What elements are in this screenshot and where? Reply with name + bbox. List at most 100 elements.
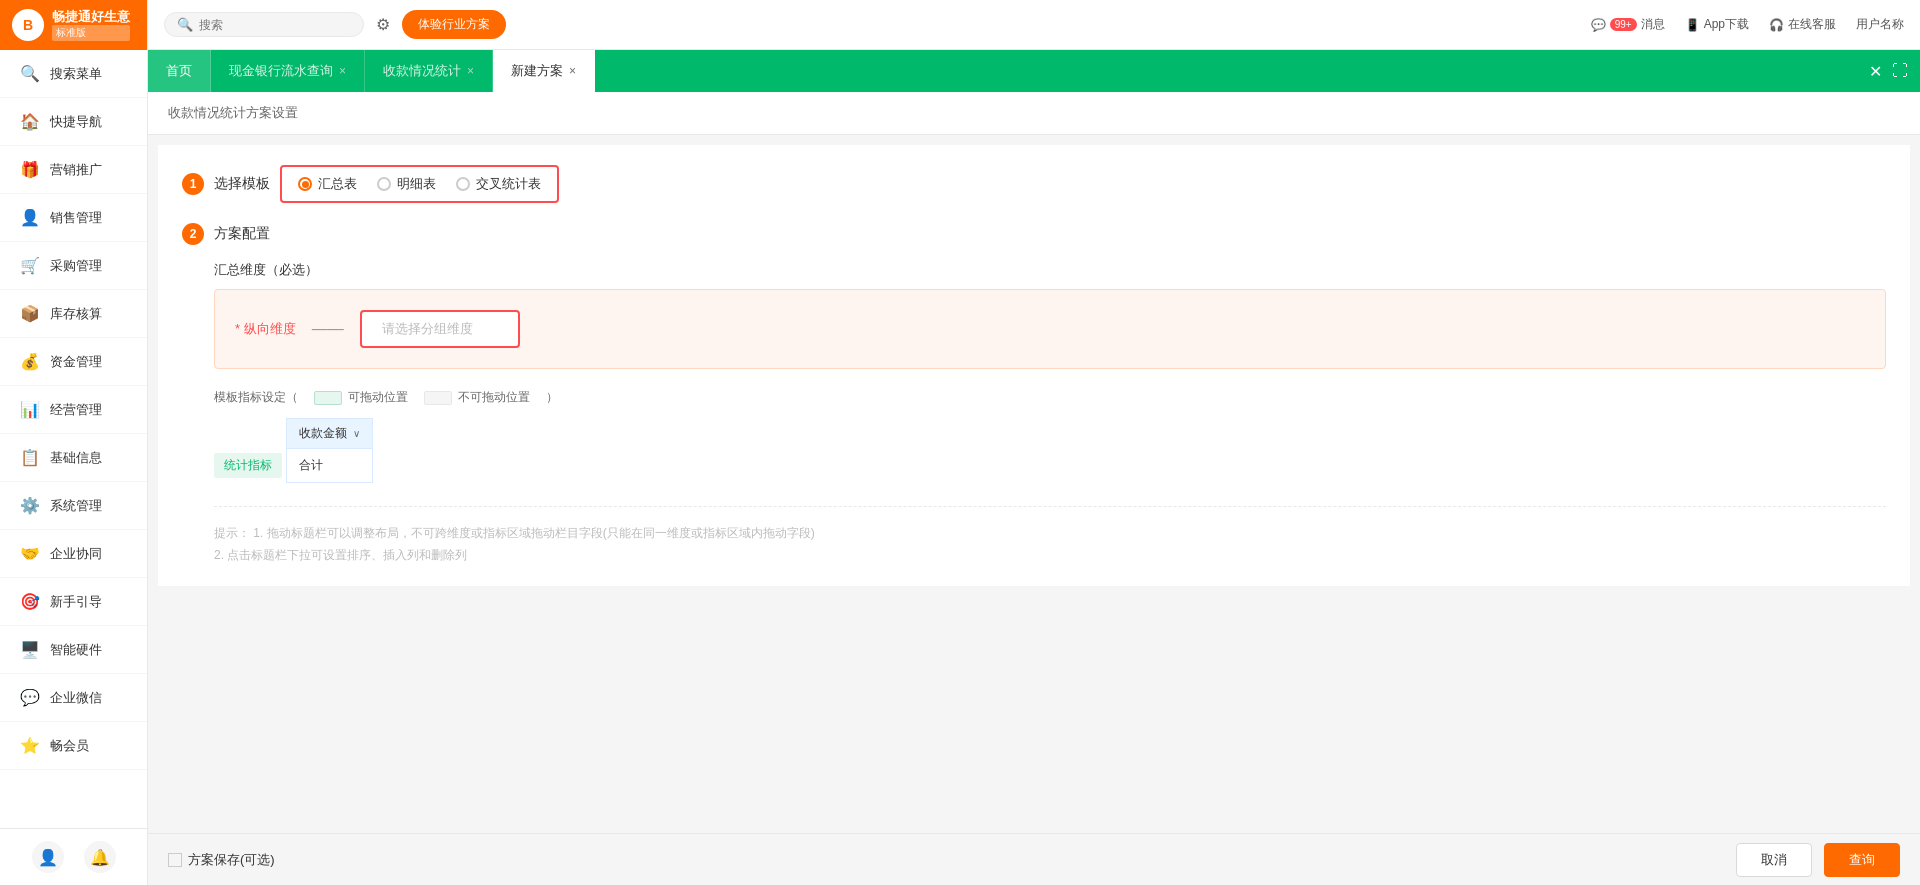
sidebar-logo: B 畅捷通好生意 标准版 (0, 0, 147, 50)
sidebar-item-purchase[interactable]: 🛒 采购管理 (0, 242, 147, 290)
sidebar-item-label: 新手引导 (50, 593, 102, 611)
query-button[interactable]: 查询 (1824, 843, 1900, 877)
search-input[interactable] (199, 18, 339, 32)
tab-close-icon[interactable]: × (339, 64, 346, 78)
sidebar: B 畅捷通好生意 标准版 🔍 搜索菜单 🏠 快捷导航 🎁 营销推广 👤 销售管理… (0, 0, 148, 885)
dimension-area: * 纵向维度 —— 请选择分组维度 (214, 289, 1886, 369)
sidebar-item-label: 采购管理 (50, 257, 102, 275)
header-right: 💬 99+ 消息 📱 App下载 🎧 在线客服 用户名称 (1591, 16, 1904, 33)
sidebar-item-label: 基础信息 (50, 449, 102, 467)
metrics-column-label: 收款金额 (299, 425, 347, 442)
sidebar-item-member[interactable]: ⭐ 畅会员 (0, 722, 147, 770)
metrics-total-label: 合计 (299, 458, 323, 472)
user-info[interactable]: 用户名称 (1856, 16, 1904, 33)
maximize-icon[interactable]: ⛶ (1892, 62, 1908, 80)
tip-label: 提示： (214, 526, 250, 540)
message-action[interactable]: 💬 99+ 消息 (1591, 16, 1665, 33)
wechat-icon: 💬 (20, 688, 40, 707)
dimension-row: * 纵向维度 —— 请选择分组维度 (235, 310, 520, 348)
inventory-icon: 📦 (20, 304, 40, 323)
system-icon: ⚙️ (20, 496, 40, 515)
tab-new-plan[interactable]: 新建方案 × (493, 50, 595, 92)
hardware-icon: 🖥️ (20, 640, 40, 659)
sidebar-avatar-2[interactable]: 🔔 (84, 841, 116, 873)
tab-bar: 首页 现金银行流水查询 × 收款情况统计 × 新建方案 × ✕ ⛶ (148, 50, 1920, 92)
sidebar-item-finance[interactable]: 💰 资金管理 (0, 338, 147, 386)
service-icon: 🎧 (1769, 18, 1784, 32)
radio-summary[interactable]: 汇总表 (298, 175, 357, 193)
metrics-legend-close: ） (546, 389, 558, 406)
dimension-arrow: —— (312, 320, 344, 338)
message-icon: 💬 (1591, 18, 1606, 32)
close-window-icon[interactable]: ✕ (1869, 62, 1882, 81)
service-action[interactable]: 🎧 在线客服 (1769, 16, 1836, 33)
page-title: 收款情况统计方案设置 (148, 92, 1920, 135)
sidebar-item-inventory[interactable]: 📦 库存核算 (0, 290, 147, 338)
metrics-column-header[interactable]: 收款金额 ∨ (287, 419, 372, 449)
tip-line-2: 2. 点击标题栏下拉可设置排序、插入列和删除列 (214, 545, 1886, 567)
sidebar-item-quick-nav[interactable]: 🏠 快捷导航 (0, 98, 147, 146)
download-action[interactable]: 📱 App下载 (1685, 16, 1749, 33)
radio-summary-label: 汇总表 (318, 175, 357, 193)
tab-home[interactable]: 首页 (148, 50, 211, 92)
sidebar-item-label: 智能硬件 (50, 641, 102, 659)
tab-label: 现金银行流水查询 (229, 62, 333, 80)
sidebar-avatar-1[interactable]: 👤 (32, 841, 64, 873)
basic-info-icon: 📋 (20, 448, 40, 467)
sidebar-item-label: 快捷导航 (50, 113, 102, 131)
step1-number: 1 (182, 173, 204, 195)
cooperation-icon: 🤝 (20, 544, 40, 563)
drag-indicator (314, 391, 342, 405)
sidebar-item-label: 企业微信 (50, 689, 102, 707)
home-icon: 🏠 (20, 112, 40, 131)
step1-label: 选择模板 (214, 175, 270, 193)
top-header: 🔍 ⚙ 体验行业方案 💬 99+ 消息 📱 App下载 🎧 在线客服 用户名称 (148, 0, 1920, 50)
sidebar-item-marketing[interactable]: 🎁 营销推广 (0, 146, 147, 194)
dimension-select[interactable]: 请选择分组维度 (360, 310, 520, 348)
sidebar-item-sales[interactable]: 👤 销售管理 (0, 194, 147, 242)
sidebar-item-basic-info[interactable]: 📋 基础信息 (0, 434, 147, 482)
message-label: 消息 (1641, 16, 1665, 33)
metrics-chevron-icon[interactable]: ∨ (353, 428, 360, 439)
radio-cross[interactable]: 交叉统计表 (456, 175, 541, 193)
metrics-legend-title: 模板指标设定（ (214, 389, 298, 406)
tab-close-icon[interactable]: × (569, 64, 576, 78)
logo-text: 畅捷通好生意 (52, 9, 130, 25)
settings-icon[interactable]: ⚙ (376, 15, 390, 34)
sidebar-item-cooperation[interactable]: 🤝 企业协同 (0, 530, 147, 578)
tab-close-icon[interactable]: × (467, 64, 474, 78)
drag-label: 可拖动位置 (348, 389, 408, 406)
sidebar-item-wechat[interactable]: 💬 企业微信 (0, 674, 147, 722)
sidebar-item-guide[interactable]: 🎯 新手引导 (0, 578, 147, 626)
sidebar-item-hardware[interactable]: 🖥️ 智能硬件 (0, 626, 147, 674)
radio-group: 汇总表 明细表 交叉统计表 (298, 175, 541, 193)
sidebar-item-label: 资金管理 (50, 353, 102, 371)
search-icon: 🔍 (20, 64, 40, 83)
save-checkbox[interactable] (168, 853, 182, 867)
search-bar[interactable]: 🔍 (164, 12, 364, 37)
download-label: App下载 (1704, 16, 1749, 33)
sidebar-item-system[interactable]: ⚙️ 系统管理 (0, 482, 147, 530)
sidebar-item-search[interactable]: 🔍 搜索菜单 (0, 50, 147, 98)
tab-label: 收款情况统计 (383, 62, 461, 80)
sidebar-item-operations[interactable]: 📊 经营管理 (0, 386, 147, 434)
tab-controls: ✕ ⛶ (1857, 62, 1920, 81)
radio-cross-circle (456, 177, 470, 191)
search-icon: 🔍 (177, 17, 193, 32)
sidebar-item-label: 经营管理 (50, 401, 102, 419)
cancel-button[interactable]: 取消 (1736, 843, 1812, 877)
save-option-label: 方案保存(可选) (188, 851, 275, 869)
bottom-buttons: 取消 查询 (1736, 843, 1900, 877)
tip-text-1: 1. 拖动标题栏可以调整布局，不可跨维度或指标区域拖动栏目字段(只能在同一维度或… (253, 526, 814, 540)
user-name: 用户名称 (1856, 16, 1904, 33)
main-area: 🔍 ⚙ 体验行业方案 💬 99+ 消息 📱 App下载 🎧 在线客服 用户名称 (148, 0, 1920, 885)
tab-bank-flow[interactable]: 现金银行流水查询 × (211, 50, 365, 92)
save-option[interactable]: 方案保存(可选) (168, 851, 275, 869)
nodrag-label: 不可拖动位置 (458, 389, 530, 406)
industry-button[interactable]: 体验行业方案 (402, 10, 506, 39)
download-icon: 📱 (1685, 18, 1700, 32)
radio-detail[interactable]: 明细表 (377, 175, 436, 193)
step1-header: 1 选择模板 汇总表 明细表 交叉统计表 (182, 165, 1886, 203)
tab-receipt-stats[interactable]: 收款情况统计 × (365, 50, 493, 92)
content-area: 收款情况统计方案设置 1 选择模板 汇总表 明细表 (148, 92, 1920, 885)
